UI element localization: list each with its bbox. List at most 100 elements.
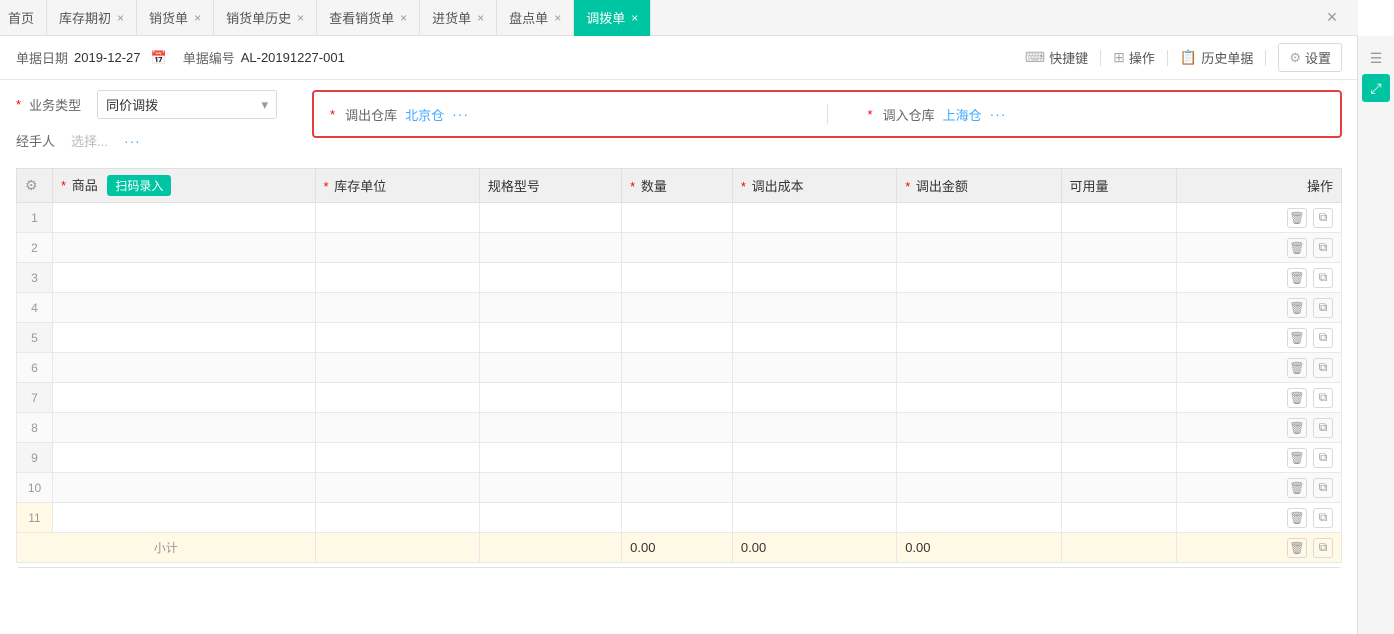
product-cell-1[interactable]: [53, 203, 316, 233]
unit-cell-5[interactable]: [315, 323, 479, 353]
copy-icon-6[interactable]: ⧉: [1313, 358, 1333, 378]
tab-stocktaking[interactable]: 盘点单 ×: [497, 0, 574, 36]
cost-cell-1[interactable]: [732, 203, 896, 233]
tab-close-stocktaking[interactable]: ×: [554, 11, 561, 25]
amount-cell-7[interactable]: [897, 383, 1061, 413]
tab-close-sales-order[interactable]: ×: [194, 11, 201, 25]
operation-button[interactable]: ⊞ 操作: [1113, 48, 1155, 67]
amount-cell-11[interactable]: [897, 503, 1061, 533]
unit-cell-7[interactable]: [315, 383, 479, 413]
delete-icon-7[interactable]: 🗑: [1287, 388, 1307, 408]
spec-cell-10[interactable]: [479, 473, 621, 503]
tab-close-view-sales[interactable]: ×: [400, 11, 407, 25]
tab-view-sales[interactable]: 查看销货单 ×: [317, 0, 420, 36]
spec-cell-9[interactable]: [479, 443, 621, 473]
cost-cell-11[interactable]: [732, 503, 896, 533]
settings-button[interactable]: ⚙ 设置: [1278, 43, 1342, 72]
delete-icon-10[interactable]: 🗑: [1287, 478, 1307, 498]
quantity-cell-8[interactable]: [622, 413, 733, 443]
spec-cell-1[interactable]: [479, 203, 621, 233]
cost-cell-3[interactable]: [732, 263, 896, 293]
cost-cell-7[interactable]: [732, 383, 896, 413]
available-cell-2[interactable]: [1061, 233, 1176, 263]
unit-cell-10[interactable]: [315, 473, 479, 503]
table-gear-icon[interactable]: ⚙: [25, 177, 38, 193]
copy-icon-5[interactable]: ⧉: [1313, 328, 1333, 348]
available-cell-7[interactable]: [1061, 383, 1176, 413]
spec-cell-11[interactable]: [479, 503, 621, 533]
tab-sales-history[interactable]: 销货单历史 ×: [214, 0, 317, 36]
cost-cell-4[interactable]: [732, 293, 896, 323]
copy-icon-2[interactable]: ⧉: [1313, 238, 1333, 258]
copy-icon-3[interactable]: ⧉: [1313, 268, 1333, 288]
amount-cell-6[interactable]: [897, 353, 1061, 383]
product-cell-3[interactable]: [53, 263, 316, 293]
product-cell-8[interactable]: [53, 413, 316, 443]
amount-cell-5[interactable]: [897, 323, 1061, 353]
unit-cell-9[interactable]: [315, 443, 479, 473]
out-warehouse-more-button[interactable]: ···: [452, 106, 469, 122]
delete-icon-sub[interactable]: 🗑: [1287, 538, 1307, 558]
amount-cell-8[interactable]: [897, 413, 1061, 443]
tab-sales-order[interactable]: 销货单 ×: [137, 0, 214, 36]
delete-icon-2[interactable]: 🗑: [1287, 238, 1307, 258]
spec-cell-6[interactable]: [479, 353, 621, 383]
window-close-button[interactable]: ×: [1314, 0, 1350, 36]
business-type-select[interactable]: 同价调拨 ▾: [97, 90, 277, 119]
table-settings-header[interactable]: ⚙: [17, 169, 53, 203]
available-cell-10[interactable]: [1061, 473, 1176, 503]
cost-cell-5[interactable]: [732, 323, 896, 353]
in-warehouse-more-button[interactable]: ···: [990, 106, 1007, 122]
unit-cell-6[interactable]: [315, 353, 479, 383]
person-more-button[interactable]: ···: [124, 133, 141, 149]
product-cell-6[interactable]: [53, 353, 316, 383]
copy-icon-7[interactable]: ⧉: [1313, 388, 1333, 408]
horizontal-scrollbar[interactable]: [16, 567, 1342, 568]
cost-cell-2[interactable]: [732, 233, 896, 263]
spec-cell-7[interactable]: [479, 383, 621, 413]
history-button[interactable]: 📋 历史单据: [1180, 48, 1253, 67]
unit-cell-3[interactable]: [315, 263, 479, 293]
available-cell-11[interactable]: [1061, 503, 1176, 533]
spec-cell-5[interactable]: [479, 323, 621, 353]
product-cell-2[interactable]: [53, 233, 316, 263]
delete-icon-4[interactable]: 🗑: [1287, 298, 1307, 318]
quantity-cell-4[interactable]: [622, 293, 733, 323]
amount-cell-4[interactable]: [897, 293, 1061, 323]
amount-cell-2[interactable]: [897, 233, 1061, 263]
copy-icon-10[interactable]: ⧉: [1313, 478, 1333, 498]
right-tab-expand[interactable]: ⤢: [1362, 74, 1390, 102]
tab-purchase-order[interactable]: 进货单 ×: [420, 0, 497, 36]
quantity-cell-6[interactable]: [622, 353, 733, 383]
unit-cell-11[interactable]: [315, 503, 479, 533]
spec-cell-3[interactable]: [479, 263, 621, 293]
delete-icon-8[interactable]: 🗑: [1287, 418, 1307, 438]
cost-cell-6[interactable]: [732, 353, 896, 383]
product-cell-7[interactable]: [53, 383, 316, 413]
delete-icon-6[interactable]: 🗑: [1287, 358, 1307, 378]
tab-close-sales-history[interactable]: ×: [297, 11, 304, 25]
delete-icon-5[interactable]: 🗑: [1287, 328, 1307, 348]
quantity-cell-3[interactable]: [622, 263, 733, 293]
copy-icon-11[interactable]: ⧉: [1313, 508, 1333, 528]
available-cell-3[interactable]: [1061, 263, 1176, 293]
delete-icon-1[interactable]: 🗑: [1287, 208, 1307, 228]
tab-close-inventory-init[interactable]: ×: [117, 11, 124, 25]
amount-cell-9[interactable]: [897, 443, 1061, 473]
unit-cell-1[interactable]: [315, 203, 479, 233]
product-cell-9[interactable]: [53, 443, 316, 473]
available-cell-9[interactable]: [1061, 443, 1176, 473]
copy-icon-1[interactable]: ⧉: [1313, 208, 1333, 228]
calendar-icon[interactable]: 📅: [151, 50, 167, 66]
spec-cell-4[interactable]: [479, 293, 621, 323]
copy-icon-sub[interactable]: ⧉: [1313, 538, 1333, 558]
available-cell-6[interactable]: [1061, 353, 1176, 383]
tab-close-transfer-order[interactable]: ×: [631, 11, 638, 25]
amount-cell-10[interactable]: [897, 473, 1061, 503]
product-cell-10[interactable]: [53, 473, 316, 503]
cost-cell-9[interactable]: [732, 443, 896, 473]
person-select[interactable]: 选择...: [71, 131, 108, 150]
unit-cell-8[interactable]: [315, 413, 479, 443]
quantity-cell-7[interactable]: [622, 383, 733, 413]
cost-cell-10[interactable]: [732, 473, 896, 503]
